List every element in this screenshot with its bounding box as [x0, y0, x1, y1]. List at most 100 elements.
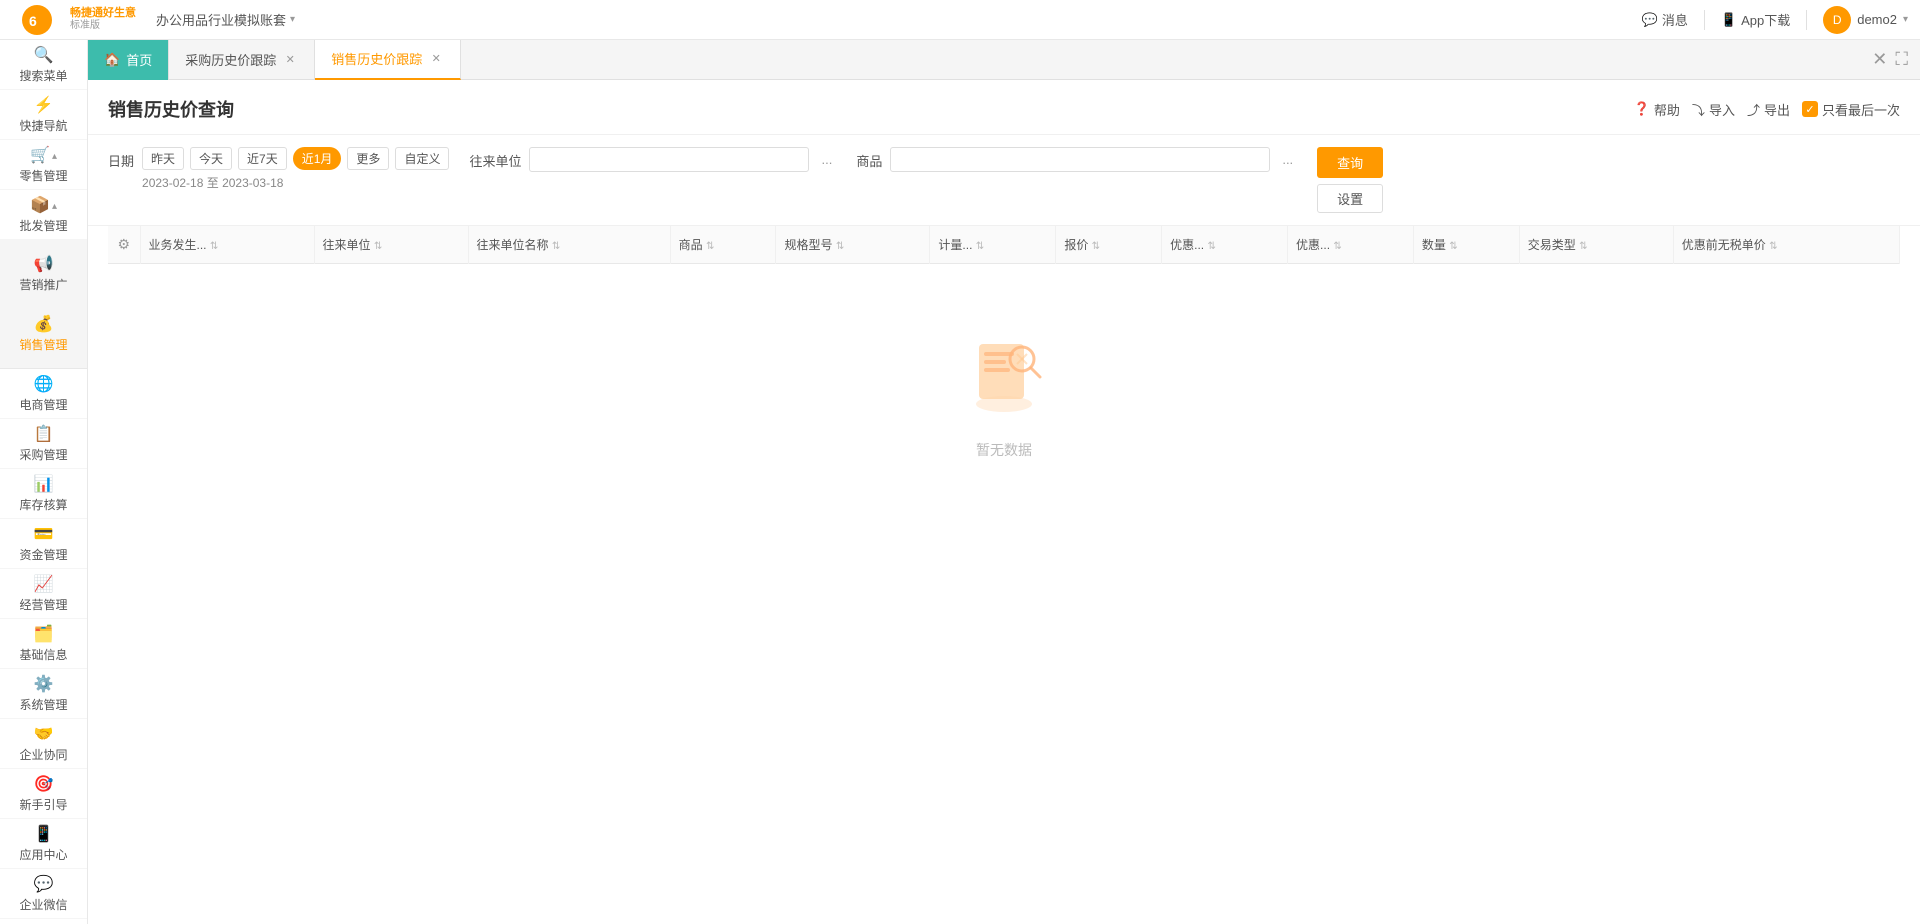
- sales-icon: 💰: [34, 314, 54, 334]
- table-settings-icon[interactable]: ⚙: [117, 236, 130, 252]
- sidebar-item-apps[interactable]: 📱 应用中心: [0, 819, 87, 869]
- maximize-btn[interactable]: ⛶: [1895, 49, 1908, 70]
- sidebar-item-wechat[interactable]: 💬 企业微信: [0, 869, 87, 919]
- sidebar-item-sales[interactable]: 💰 销售管理: [0, 304, 87, 364]
- date-btn-today[interactable]: 今天: [190, 147, 232, 170]
- operations-icon: 📈: [34, 574, 54, 594]
- table-header-trade-type[interactable]: 交易类型 ⇅: [1519, 226, 1673, 264]
- sort-icon-partner-code: ⇅: [374, 241, 382, 252]
- sidebar: 🔍 搜索菜单 ⚡ 快捷导航 🛒 ▴ 零售管理 📦 ▴ 批发管理 📢 营销推广: [0, 40, 88, 924]
- sidebar-item-wholesale[interactable]: 📦 ▴ 批发管理: [0, 190, 87, 240]
- home-icon: 🏠: [104, 52, 120, 68]
- date-btn-yesterday[interactable]: 昨天: [142, 147, 184, 170]
- export-btn[interactable]: ⤴ 导出: [1747, 100, 1790, 119]
- wholesale-section-divider: 📢 营销推广 💰 销售管理: [0, 240, 87, 369]
- sidebar-item-marketing[interactable]: 📢 营销推广: [0, 244, 87, 304]
- tab-purchase-history[interactable]: 采购历史价跟踪 ✕: [169, 40, 315, 80]
- tab-close-purchase[interactable]: ✕: [282, 52, 298, 68]
- sidebar-item-purchase[interactable]: 📋 采购管理: [0, 419, 87, 469]
- system-icon: ⚙️: [34, 674, 54, 694]
- sidebar-item-shortcut[interactable]: ⚡ 快捷导航: [0, 90, 87, 140]
- query-button[interactable]: 查询: [1317, 147, 1383, 178]
- search-icon: 🔍: [34, 45, 54, 65]
- sort-icon-spec: ⇅: [836, 241, 844, 252]
- table-header-partner-name[interactable]: 往来单位名称 ⇅: [468, 226, 670, 264]
- wholesale-arrow-icon: ▴: [52, 201, 57, 212]
- tab-sales-history[interactable]: 销售历史价跟踪 ✕: [315, 40, 461, 80]
- sidebar-item-enterprise[interactable]: 🤝 企业协同: [0, 719, 87, 769]
- filter-actions: 查询 设置: [1317, 147, 1383, 213]
- close-all-tabs-btn[interactable]: ✕: [1872, 49, 1887, 70]
- main-layout: 🔍 搜索菜单 ⚡ 快捷导航 🛒 ▴ 零售管理 📦 ▴ 批发管理 📢 营销推广: [0, 40, 1920, 924]
- basic-icon: 🗂️: [34, 624, 54, 644]
- empty-icon: [954, 324, 1054, 424]
- user-menu[interactable]: D demo2 ▾: [1823, 6, 1908, 34]
- user-chevron-icon: ▾: [1903, 14, 1908, 25]
- table-header-unit[interactable]: 计量... ⇅: [930, 226, 1056, 264]
- table-header-discount2[interactable]: 优惠... ⇅: [1288, 226, 1414, 264]
- table-header-price[interactable]: 报价 ⇅: [1056, 226, 1162, 264]
- table-header-partner-code[interactable]: 往来单位 ⇅: [314, 226, 468, 264]
- sort-icon-discount1: ⇅: [1208, 241, 1216, 252]
- table-header-pre-tax-price[interactable]: 优惠前无税单价 ⇅: [1673, 226, 1899, 264]
- sidebar-item-basic[interactable]: 🗂️ 基础信息: [0, 619, 87, 669]
- date-btn-more[interactable]: 更多: [347, 147, 389, 170]
- import-btn[interactable]: ⤵ 导入: [1692, 100, 1735, 119]
- purchase-icon: 📋: [34, 424, 54, 444]
- tab-home[interactable]: 🏠 首页: [88, 40, 169, 80]
- date-btn-7days[interactable]: 近7天: [238, 147, 287, 170]
- sidebar-item-guide[interactable]: 🎯 新手引导: [0, 769, 87, 819]
- date-btn-custom[interactable]: 自定义: [395, 147, 449, 170]
- inventory-icon: 📊: [34, 474, 54, 494]
- content-area: 销售历史价查询 ❓ 帮助 ⤵ 导入 ⤴ 导出 ✓: [88, 80, 1920, 924]
- empty-text: 暂无数据: [976, 440, 1032, 460]
- goods-label: 商品: [856, 147, 882, 170]
- date-btn-1month[interactable]: 近1月: [293, 147, 342, 170]
- topbar: 6 畅捷通好生意 标准版 办公用品行业模拟账套 ▾ 💬 消息 📱 App下载 D…: [0, 0, 1920, 40]
- sidebar-item-retail[interactable]: 🛒 ▴ 零售管理: [0, 140, 87, 190]
- date-range-text: 2023-02-18 至 2023-03-18: [142, 174, 449, 191]
- empty-state: 暂无数据: [108, 264, 1900, 520]
- chevron-down-icon: ▾: [290, 14, 295, 25]
- apps-icon: 📱: [34, 824, 54, 844]
- partner-more-icon[interactable]: ...: [817, 148, 836, 171]
- help-btn[interactable]: ❓ 帮助: [1634, 100, 1680, 119]
- sort-icon-pre-tax-price: ⇅: [1769, 241, 1777, 252]
- retail-icon: 🛒: [30, 145, 50, 165]
- set-button[interactable]: 设置: [1317, 184, 1383, 213]
- date-options: 昨天 今天 近7天 近1月 更多 自定义 2023-02-18 至 2023-0…: [142, 147, 449, 191]
- app-download-btn[interactable]: 📱 App下载: [1721, 10, 1790, 29]
- partner-input-group: ...: [529, 147, 836, 172]
- only-last-toggle[interactable]: ✓ 只看最后一次: [1802, 100, 1900, 119]
- table-header-spec[interactable]: 规格型号 ⇅: [776, 226, 930, 264]
- table-header-biz-date[interactable]: 业务发生... ⇅: [140, 226, 314, 264]
- sidebar-item-finance[interactable]: 💳 资金管理: [0, 519, 87, 569]
- sidebar-item-inventory[interactable]: 📊 库存核算: [0, 469, 87, 519]
- sidebar-item-search[interactable]: 🔍 搜索菜单: [0, 40, 87, 90]
- sort-icon-unit: ⇅: [976, 241, 984, 252]
- sidebar-item-ecommerce[interactable]: 🌐 电商管理: [0, 369, 87, 419]
- page-header-actions: ❓ 帮助 ⤵ 导入 ⤴ 导出 ✓ 只看最后一次: [1634, 100, 1900, 119]
- account-selector[interactable]: 办公用品行业模拟账套 ▾: [156, 10, 1634, 29]
- help-icon: ❓: [1634, 101, 1650, 117]
- svg-text:6: 6: [29, 13, 37, 29]
- sidebar-item-system[interactable]: ⚙️ 系统管理: [0, 669, 87, 719]
- table-area: ⚙ 业务发生... ⇅ 往来单位 ⇅ 往来单位名称: [88, 226, 1920, 924]
- sidebar-item-member[interactable]: 👤 畅会员: [0, 919, 87, 924]
- message-btn[interactable]: 💬 消息: [1642, 10, 1688, 29]
- sidebar-item-operations[interactable]: 📈 经营管理: [0, 569, 87, 619]
- partner-input[interactable]: [529, 147, 809, 172]
- goods-more-icon[interactable]: ...: [1278, 148, 1297, 171]
- table-header-settings[interactable]: ⚙: [108, 226, 140, 264]
- goods-input[interactable]: [890, 147, 1270, 172]
- page-title: 销售历史价查询: [108, 96, 234, 122]
- wholesale-icon: 📦: [30, 195, 50, 215]
- tab-close-sales[interactable]: ✕: [428, 51, 444, 67]
- phone-icon: 📱: [1721, 12, 1737, 28]
- ecommerce-icon: 🌐: [34, 374, 54, 394]
- table-header-goods[interactable]: 商品 ⇅: [670, 226, 776, 264]
- sort-icon-trade-type: ⇅: [1579, 241, 1587, 252]
- partner-filter-group: 往来单位 ...: [469, 147, 836, 172]
- table-header-discount1[interactable]: 优惠... ⇅: [1162, 226, 1288, 264]
- table-header-quantity[interactable]: 数量 ⇅: [1413, 226, 1519, 264]
